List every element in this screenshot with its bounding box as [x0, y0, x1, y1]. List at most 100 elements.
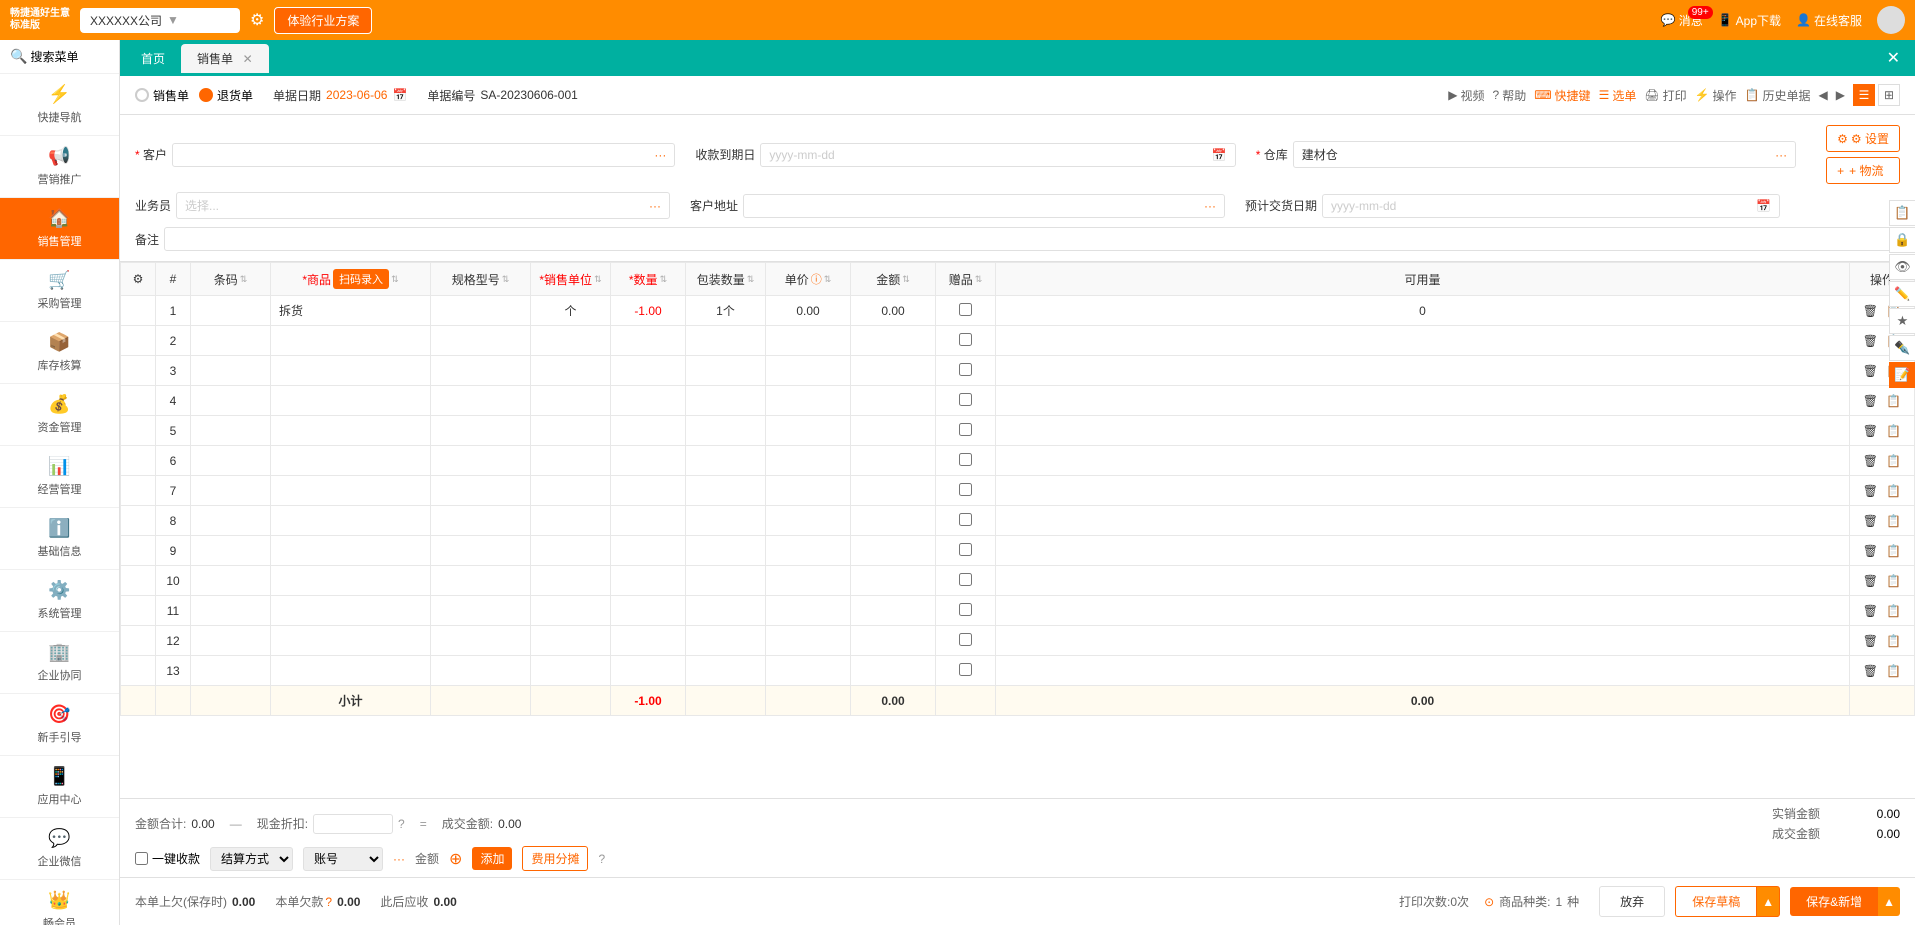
save-new-arrow[interactable]: ▲ [1878, 887, 1900, 916]
row-copy-7[interactable]: 📋 [1886, 484, 1901, 498]
address-dots[interactable]: ··· [1204, 199, 1216, 213]
row-delete-1[interactable]: 🗑 [1863, 304, 1878, 318]
warehouse-input[interactable]: 建材仓 ··· [1293, 141, 1796, 168]
sidebar-item-wechat[interactable]: 💬 企业微信 [0, 818, 119, 880]
action-print[interactable]: 🖨 打印 [1644, 87, 1686, 104]
right-sidebar-btn-2[interactable]: 🔒 [1889, 227, 1915, 253]
tab-close-icon[interactable]: ✕ [243, 52, 253, 66]
discard-button[interactable]: 放弃 [1599, 886, 1665, 917]
notes-input[interactable] [164, 227, 1900, 251]
gift-checkbox-1[interactable] [959, 303, 972, 316]
right-sidebar-btn-1[interactable]: 📋 [1889, 200, 1915, 226]
gift-checkbox-2[interactable] [959, 333, 972, 346]
row-copy-4[interactable]: 📋 [1886, 394, 1901, 408]
th-unit[interactable]: *销售单位⇅ [531, 263, 611, 296]
action-video[interactable]: ▶ 视频 [1448, 87, 1484, 104]
th-spec[interactable]: 规格型号⇅ [431, 263, 531, 296]
account-select[interactable]: 账号 [303, 847, 383, 871]
th-barcode[interactable]: 条码⇅ [191, 263, 271, 296]
row-copy-6[interactable]: 📋 [1886, 454, 1901, 468]
add-button[interactable]: 添加 [472, 847, 512, 870]
sidebar-item-appstore[interactable]: 📱 应用中心 [0, 756, 119, 818]
th-pkg-qty[interactable]: 包装数量⇅ [686, 263, 766, 296]
th-gear[interactable]: ⚙ [121, 263, 156, 296]
logistics-button[interactable]: + + 物流 [1826, 157, 1900, 184]
row-delete-7[interactable]: 🗑 [1863, 484, 1878, 498]
radio-sales[interactable]: 销售单 [135, 87, 189, 104]
date-calendar-icon[interactable]: 📅 [392, 88, 407, 102]
right-sidebar-btn-5[interactable]: ★ [1889, 308, 1915, 334]
expected-delivery-input[interactable]: yyyy-mm-dd 📅 [1322, 194, 1780, 218]
due-date-input[interactable]: yyyy-mm-dd 📅 [760, 143, 1235, 167]
sidebar-item-marketing[interactable]: 📢 营销推广 [0, 136, 119, 198]
customer-input[interactable]: ··· [172, 143, 675, 167]
view-grid-btn[interactable]: ⊞ [1878, 84, 1900, 106]
right-sidebar-btn-3[interactable]: 👁 [1889, 254, 1915, 280]
row-copy-5[interactable]: 📋 [1886, 424, 1901, 438]
radio-return[interactable]: 退货单 [199, 87, 253, 104]
sidebar-item-quick-nav[interactable]: ⚡ 快捷导航 [0, 74, 119, 136]
row-copy-12[interactable]: 📋 [1886, 634, 1901, 648]
save-draft-button[interactable]: 保存草稿 [1675, 886, 1756, 917]
cash-discount-input[interactable] [313, 814, 393, 834]
add-payment-icon[interactable]: ⊕ [449, 849, 462, 869]
row-copy-8[interactable]: 📋 [1886, 514, 1901, 528]
row-delete-11[interactable]: 🗑 [1863, 604, 1878, 618]
row-delete-8[interactable]: 🗑 [1863, 514, 1878, 528]
right-sidebar-btn-orange[interactable]: 📝 [1889, 362, 1915, 388]
gift-checkbox-10[interactable] [959, 573, 972, 586]
row-delete-13[interactable]: 🗑 [1863, 664, 1878, 678]
payment-method-select[interactable]: 结算方式 [210, 847, 293, 871]
gift-checkbox-6[interactable] [959, 453, 972, 466]
right-sidebar-btn-6[interactable]: ✒️ [1889, 335, 1915, 361]
sidebar-item-sales[interactable]: 🏠 销售管理 [0, 198, 119, 260]
message-button[interactable]: 💬 消息 99+ [1661, 12, 1703, 29]
right-sidebar-btn-4[interactable]: ✏️ [1889, 281, 1915, 307]
row-copy-9[interactable]: 📋 [1886, 544, 1901, 558]
settings-button[interactable]: ⚙ ⚙ 设置 [1826, 125, 1900, 152]
action-select[interactable]: ☰ 选单 [1599, 87, 1637, 104]
row-delete-5[interactable]: 🗑 [1863, 424, 1878, 438]
row-copy-13[interactable]: 📋 [1886, 664, 1901, 678]
sidebar-item-member[interactable]: 👑 畅会员 [0, 880, 119, 925]
nav-prev-icon[interactable]: ◀ [1819, 88, 1828, 102]
th-amount[interactable]: 金额⇅ [851, 263, 936, 296]
scan-barcode-button[interactable]: 扫码录入 [333, 269, 389, 289]
gift-checkbox-7[interactable] [959, 483, 972, 496]
payment-amount-dots[interactable]: ··· [393, 852, 405, 866]
row-copy-10[interactable]: 📋 [1886, 574, 1901, 588]
row-delete-6[interactable]: 🗑 [1863, 454, 1878, 468]
row-delete-2[interactable]: 🗑 [1863, 334, 1878, 348]
sidebar-item-system[interactable]: ⚙️ 系统管理 [0, 570, 119, 632]
one-click-payment-check[interactable] [135, 852, 148, 865]
sidebar-item-enterprise[interactable]: 🏢 企业协同 [0, 632, 119, 694]
gift-checkbox-4[interactable] [959, 393, 972, 406]
customer-dots[interactable]: ··· [654, 148, 666, 162]
app-download-button[interactable]: 📱 App下载 [1718, 12, 1781, 29]
sidebar-item-guide[interactable]: 🎯 新手引导 [0, 694, 119, 756]
fee-btn[interactable]: 费用分摊 [522, 846, 588, 871]
action-operate[interactable]: ⚡ 操作 [1695, 87, 1737, 104]
view-list-btn[interactable]: ☰ [1853, 84, 1875, 106]
tab-home[interactable]: 首页 [125, 44, 181, 73]
company-selector[interactable]: XXXXXX公司 ▼ [80, 8, 240, 33]
sidebar-search[interactable]: 🔍 搜索菜单 [0, 40, 119, 74]
trial-button[interactable]: 体验行业方案 [274, 7, 372, 34]
sidebar-item-finance[interactable]: 💰 资金管理 [0, 384, 119, 446]
th-price[interactable]: 单价ⓘ⇅ [766, 263, 851, 296]
gift-checkbox-9[interactable] [959, 543, 972, 556]
tab-sales-order[interactable]: 销售单 ✕ [181, 44, 269, 73]
row-delete-12[interactable]: 🗑 [1863, 634, 1878, 648]
action-shortcut[interactable]: ⌨ 快捷键 [1534, 87, 1590, 104]
salesperson-dots[interactable]: ··· [649, 199, 661, 213]
action-help[interactable]: ? 帮助 [1493, 87, 1527, 104]
gift-checkbox-13[interactable] [959, 663, 972, 676]
gift-checkbox-11[interactable] [959, 603, 972, 616]
row-copy-11[interactable]: 📋 [1886, 604, 1901, 618]
th-product[interactable]: *商品 扫码录入 ⇅ [271, 263, 431, 296]
salesperson-input[interactable]: 选择... ··· [176, 192, 670, 219]
sidebar-item-operations[interactable]: 📊 经营管理 [0, 446, 119, 508]
nav-next-icon[interactable]: ▶ [1836, 88, 1845, 102]
th-qty[interactable]: *数量⇅ [611, 263, 686, 296]
row-delete-9[interactable]: 🗑 [1863, 544, 1878, 558]
